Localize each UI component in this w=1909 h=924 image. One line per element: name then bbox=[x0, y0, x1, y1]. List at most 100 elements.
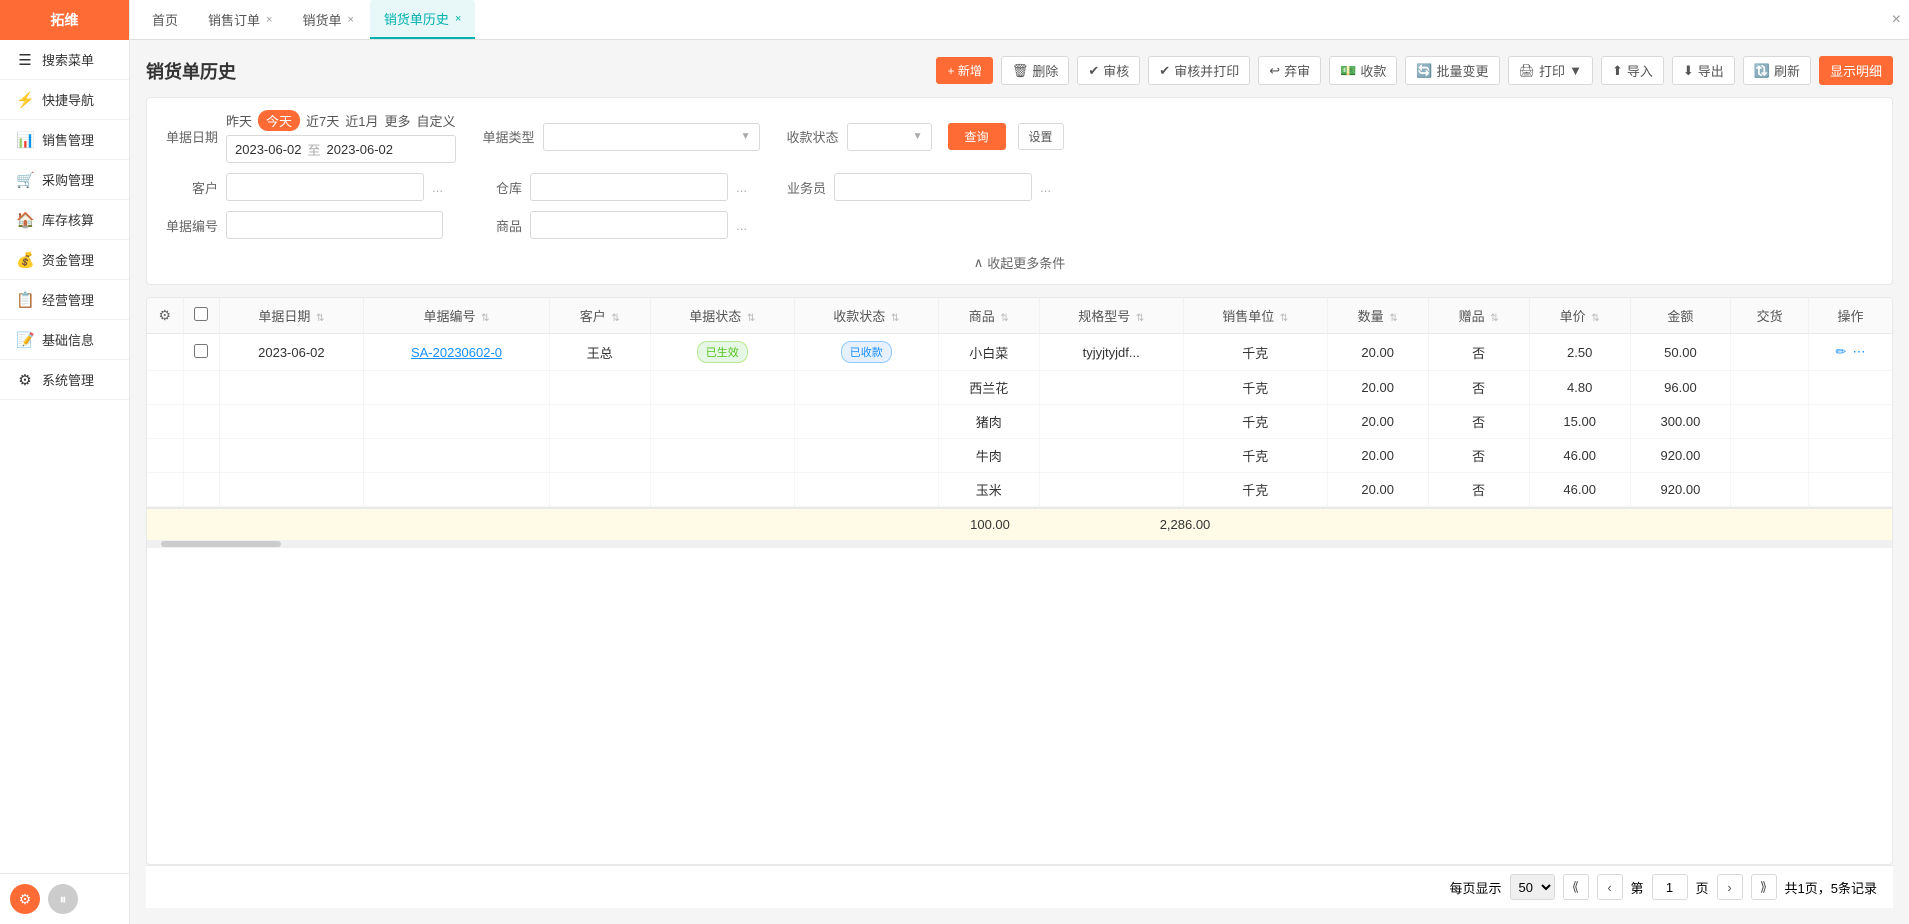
row-transaction bbox=[1731, 371, 1809, 405]
col-settings[interactable]: ⚙ bbox=[147, 298, 183, 334]
sidebar: 拓维 ☰ 搜索菜单 ⚡ 快捷导航 📊 销售管理 🛒 采购管理 🏠 库存核算 💰 … bbox=[0, 0, 130, 924]
sidebar-item-system[interactable]: ⚙ 系统管理 bbox=[0, 360, 129, 400]
col-spec[interactable]: 规格型号 ⇅ bbox=[1039, 298, 1183, 334]
warehouse-input[interactable] bbox=[530, 173, 728, 201]
batch-change-button[interactable]: 🔄 批量变更 bbox=[1405, 56, 1499, 85]
row-amount: 50.00 bbox=[1630, 334, 1731, 371]
select-all-checkbox[interactable] bbox=[194, 307, 208, 321]
sidebar-item-label: 搜索菜单 bbox=[42, 50, 94, 69]
sidebar-item-search[interactable]: ☰ 搜索菜单 bbox=[0, 40, 129, 80]
col-doc-status[interactable]: 单据状态 ⇅ bbox=[650, 298, 794, 334]
row-transaction bbox=[1731, 473, 1809, 507]
row-settings bbox=[147, 473, 183, 507]
payment-status-select[interactable]: ▼ bbox=[847, 123, 932, 151]
page-last-btn[interactable]: ⟫ bbox=[1751, 874, 1777, 900]
approve-print-button[interactable]: ✔ 审核并打印 bbox=[1148, 56, 1250, 85]
row-amount: 920.00 bbox=[1630, 473, 1731, 507]
doc-no-link[interactable]: SA-20230602-0 bbox=[411, 345, 502, 360]
tab-sales-history-label: 销货单历史 bbox=[384, 9, 449, 28]
customer-dots[interactable]: ... bbox=[432, 180, 443, 195]
abandon-button[interactable]: ↩ 弃审 bbox=[1258, 56, 1321, 85]
col-payment-status[interactable]: 收款状态 ⇅ bbox=[794, 298, 938, 334]
product-input[interactable] bbox=[530, 211, 728, 239]
row-amount: 300.00 bbox=[1630, 405, 1731, 439]
row-checkbox bbox=[183, 439, 219, 473]
col-doc-no[interactable]: 单据编号 ⇅ bbox=[364, 298, 549, 334]
page-first-btn[interactable]: ⟪ bbox=[1563, 874, 1589, 900]
sidebar-collapse-btn[interactable]: ⚙ bbox=[10, 884, 40, 914]
date-range-input[interactable]: 2023-06-02 至 2023-06-02 bbox=[226, 135, 456, 163]
export-icon: ⬇ bbox=[1683, 63, 1694, 79]
sidebar-bottom: ⚙ ⏸ bbox=[0, 873, 129, 924]
doc-type-select[interactable]: ▼ bbox=[543, 123, 760, 151]
export-button[interactable]: ⬇ 导出 bbox=[1672, 56, 1735, 85]
shortcut-yesterday[interactable]: 昨天 bbox=[226, 111, 252, 130]
shortcut-today[interactable]: 今天 bbox=[258, 110, 300, 131]
query-button[interactable]: 查询 bbox=[948, 123, 1006, 150]
shortcut-1month[interactable]: 近1月 bbox=[345, 111, 378, 130]
collect-button[interactable]: 💵 收款 bbox=[1329, 56, 1397, 85]
sidebar-item-ops[interactable]: 📋 经营管理 bbox=[0, 280, 129, 320]
product-dots[interactable]: ... bbox=[736, 218, 747, 233]
col-gift-label: 赠品 bbox=[1459, 309, 1485, 324]
sidebar-pause-btn[interactable]: ⏸ bbox=[48, 884, 78, 914]
tab-sales-order-close[interactable]: × bbox=[266, 14, 272, 26]
customer-input[interactable] bbox=[226, 173, 424, 201]
table-scrollbar[interactable] bbox=[147, 540, 1892, 548]
sidebar-item-finance[interactable]: 💰 资金管理 bbox=[0, 240, 129, 280]
page-next-btn[interactable]: › bbox=[1717, 874, 1743, 900]
sidebar-item-sales[interactable]: 📊 销售管理 bbox=[0, 120, 129, 160]
col-customer[interactable]: 客户 ⇅ bbox=[549, 298, 650, 334]
new-button[interactable]: + 新增 bbox=[936, 57, 992, 84]
tab-bar-close[interactable]: × bbox=[1892, 11, 1901, 29]
refresh-button[interactable]: 🔃 刷新 bbox=[1743, 56, 1811, 85]
delete-button[interactable]: 🗑 删除 bbox=[1001, 56, 1070, 85]
col-unit[interactable]: 销售单位 ⇅ bbox=[1183, 298, 1327, 334]
col-amount[interactable]: 金额 bbox=[1630, 298, 1731, 334]
salesman-dots[interactable]: ... bbox=[1040, 180, 1051, 195]
docno-input[interactable] bbox=[226, 211, 443, 239]
tab-sales-history[interactable]: 销货单历史 × bbox=[370, 0, 475, 39]
sidebar-item-inventory[interactable]: 🏠 库存核算 bbox=[0, 200, 129, 240]
page-prev-btn[interactable]: ‹ bbox=[1597, 874, 1623, 900]
col-price[interactable]: 单价 ⇅ bbox=[1529, 298, 1630, 334]
page-input[interactable] bbox=[1652, 874, 1688, 900]
row-settings bbox=[147, 439, 183, 473]
tab-sales-history-close[interactable]: × bbox=[455, 13, 461, 25]
per-page-select[interactable]: 50 bbox=[1510, 874, 1555, 900]
row-quantity: 20.00 bbox=[1327, 334, 1428, 371]
salesman-input[interactable] bbox=[834, 173, 1032, 201]
tab-sales-goods[interactable]: 销货单 × bbox=[288, 0, 367, 39]
more-action[interactable]: ⋯ bbox=[1852, 344, 1865, 359]
print-button[interactable]: 🖨 打印 ▼ bbox=[1508, 56, 1593, 85]
table-settings-icon[interactable]: ⚙ bbox=[158, 307, 171, 323]
edit-action[interactable]: ✏ bbox=[1836, 344, 1847, 359]
row-select-checkbox[interactable] bbox=[194, 344, 208, 358]
sidebar-item-quick-nav[interactable]: ⚡ 快捷导航 bbox=[0, 80, 129, 120]
sidebar-item-basic[interactable]: 📝 基础信息 bbox=[0, 320, 129, 360]
shortcut-7days[interactable]: 近7天 bbox=[306, 111, 339, 130]
import-button[interactable]: ⬆ 导入 bbox=[1601, 56, 1664, 85]
tab-sales-order[interactable]: 销售订单 × bbox=[194, 0, 286, 39]
tab-home[interactable]: 首页 bbox=[138, 0, 192, 39]
approve-button[interactable]: ✔ 审核 bbox=[1077, 56, 1140, 85]
show-detail-button[interactable]: 显示明细 bbox=[1819, 56, 1893, 85]
table-header-row: ⚙ 单据日期 ⇅ 单据编号 ⇅ bbox=[147, 298, 1892, 334]
row-doc-no: SA-20230602-0 bbox=[364, 334, 549, 371]
settings-button[interactable]: 设置 bbox=[1018, 123, 1064, 150]
row-checkbox bbox=[183, 334, 219, 371]
col-product[interactable]: 商品 ⇅ bbox=[938, 298, 1039, 334]
sidebar-item-label: 系统管理 bbox=[42, 370, 94, 389]
tab-sales-goods-close[interactable]: × bbox=[347, 14, 353, 26]
col-gift[interactable]: 赠品 ⇅ bbox=[1428, 298, 1529, 334]
shortcut-more[interactable]: 更多 bbox=[385, 111, 411, 130]
shortcut-custom[interactable]: 自定义 bbox=[417, 111, 456, 130]
collapse-row[interactable]: ∧ 收起更多条件 bbox=[163, 249, 1876, 272]
data-table: ⚙ 单据日期 ⇅ 单据编号 ⇅ bbox=[147, 298, 1892, 507]
col-doc-date[interactable]: 单据日期 ⇅ bbox=[219, 298, 364, 334]
col-quantity[interactable]: 数量 ⇅ bbox=[1327, 298, 1428, 334]
warehouse-dots[interactable]: ... bbox=[736, 180, 747, 195]
scrollbar-thumb[interactable] bbox=[161, 541, 281, 547]
quick-nav-icon: ⚡ bbox=[16, 91, 34, 109]
sidebar-item-purchase[interactable]: 🛒 采购管理 bbox=[0, 160, 129, 200]
